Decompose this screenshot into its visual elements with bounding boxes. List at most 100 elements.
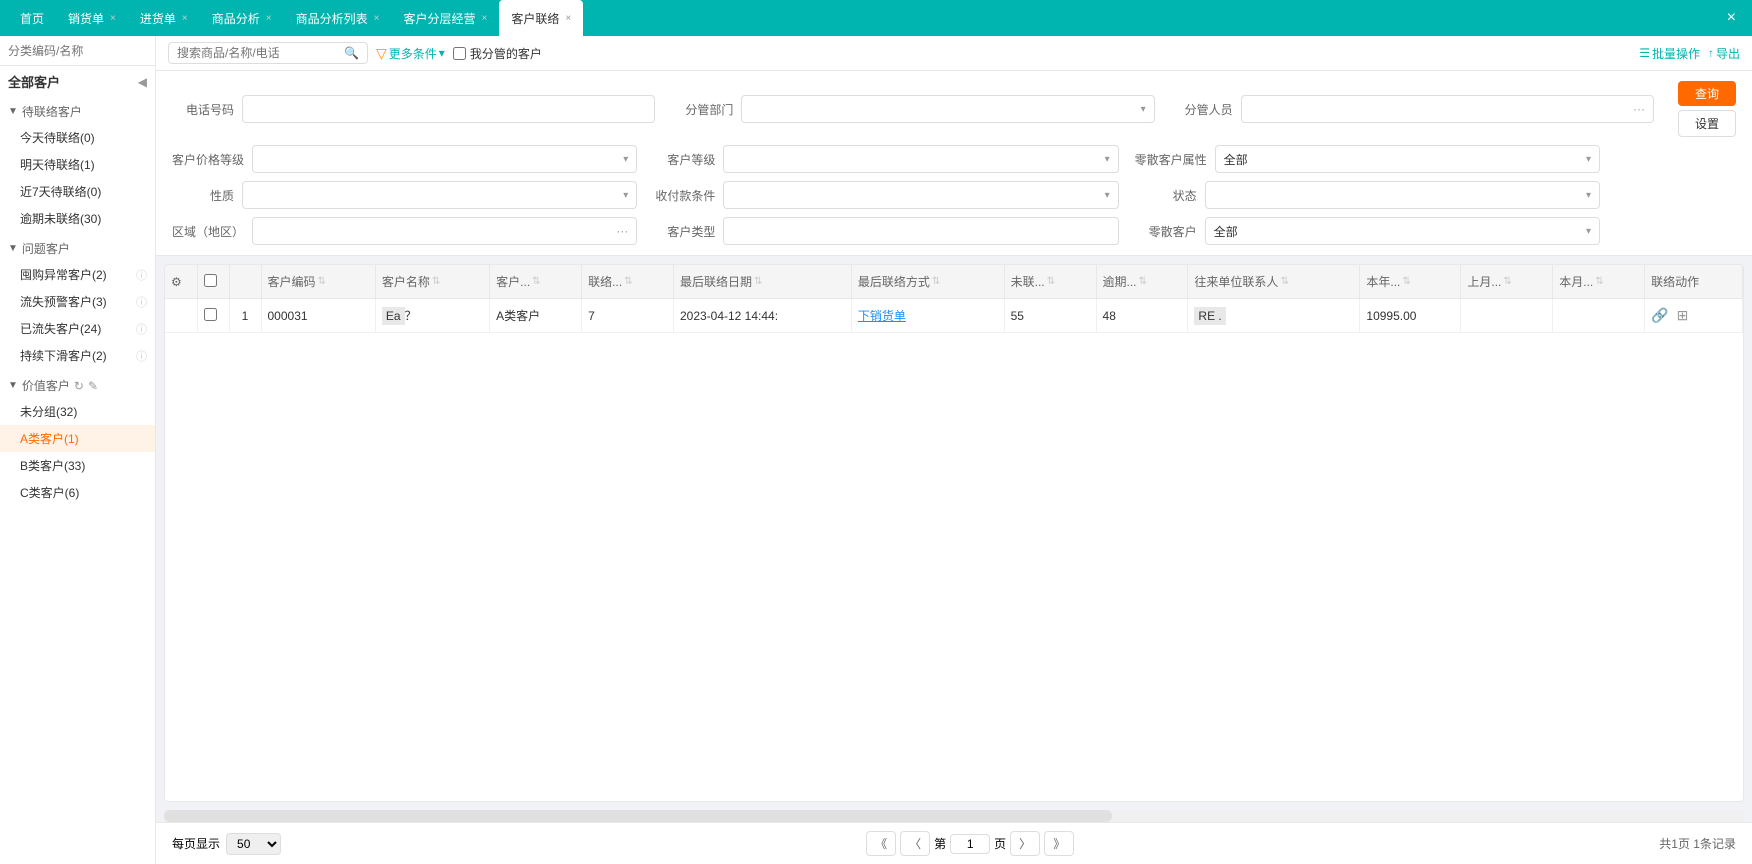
table-col-gear: ⚙ xyxy=(165,265,197,299)
nav-customer-contact-close[interactable]: × xyxy=(565,13,571,24)
window-close-button[interactable]: × xyxy=(1719,9,1744,27)
col-last-method-sort-icon[interactable]: ⇅ xyxy=(932,276,940,287)
filter-dept-arrow: ▾ xyxy=(1141,104,1146,115)
sidebar-item-churned[interactable]: 已流失客户(24) ⓘ xyxy=(0,315,155,342)
row-last-date-cell: 2023-04-12 14:44: xyxy=(673,299,851,333)
nav-customer-tier-close[interactable]: × xyxy=(481,13,487,24)
table-col-checkbox xyxy=(197,265,229,299)
toolbar-search-input[interactable] xyxy=(177,46,344,60)
sidebar-item-tomorrow[interactable]: 明天待联络(1) xyxy=(0,151,155,178)
my-customer-checkbox-label[interactable]: 我分管的客户 xyxy=(453,45,542,62)
col-last-month-sort-icon[interactable]: ⇅ xyxy=(1503,276,1511,287)
filter-payment-select[interactable]: ▾ xyxy=(723,181,1118,209)
nav-purchase-close[interactable]: × xyxy=(182,13,188,24)
filter-region-label: 区域（地区） xyxy=(172,223,252,240)
nav-product-analysis-list-close[interactable]: × xyxy=(374,13,380,24)
prev-page-button[interactable]: 〈 xyxy=(900,831,930,856)
filter-nature-label: 性质 xyxy=(172,187,242,204)
nav-customer-tier[interactable]: 客户分层经营 × xyxy=(391,0,499,36)
row-action-link-icon[interactable]: 🔗 xyxy=(1651,307,1668,324)
nav-customer-contact[interactable]: 客户联络 × xyxy=(499,0,583,36)
row-overdue-cell: 48 xyxy=(1096,299,1188,333)
filter-price-level: 客户价格等级 ▾ xyxy=(172,145,637,173)
col-contacts-sort-icon[interactable]: ⇅ xyxy=(624,276,632,287)
sidebar-item-class-c[interactable]: C类客户(6) xyxy=(0,479,155,506)
export-icon: ↑ xyxy=(1708,46,1714,60)
row-last-method-link[interactable]: 下销货单 xyxy=(858,309,906,323)
filter-nature-select[interactable]: ▾ xyxy=(242,181,637,209)
nav-purchase[interactable]: 进货单 × xyxy=(128,0,200,36)
filter-price-level-select[interactable]: ▾ xyxy=(252,145,637,173)
filter-payment: 收付款条件 ▾ xyxy=(653,181,1118,209)
page-number-input[interactable] xyxy=(950,834,990,854)
nav-product-analysis-list[interactable]: 商品分析列表 × xyxy=(284,0,392,36)
setting-button[interactable]: 设置 xyxy=(1678,110,1736,137)
filter-dept-select[interactable]: ▾ xyxy=(741,95,1154,123)
sidebar-item-ungraded[interactable]: 未分组(32) xyxy=(0,398,155,425)
row-name-cell: Ea？ xyxy=(375,299,489,333)
col-type-sort-icon[interactable]: ⇅ xyxy=(532,276,540,287)
sidebar-all-customers[interactable]: 全部客户 ◀ xyxy=(0,66,155,97)
row-checkbox[interactable] xyxy=(204,308,217,321)
next-page-button[interactable]: 〉 xyxy=(1010,831,1040,856)
sidebar-item-overdue[interactable]: 逾期未联络(30) xyxy=(0,205,155,232)
sidebar-group-value[interactable]: ▼ 价值客户 ↻ ✎ xyxy=(0,373,155,398)
sidebar-item-today[interactable]: 今天待联络(0) xyxy=(0,124,155,151)
toolbar-search-icon[interactable]: 🔍 xyxy=(344,46,359,60)
page-size-select[interactable]: 50 100 200 xyxy=(226,833,281,855)
gear-icon[interactable]: ⚙ xyxy=(171,275,182,289)
churn-warning-info-icon: ⓘ xyxy=(136,294,147,310)
row-last-method-cell: 下销货单 xyxy=(851,299,1004,333)
sidebar-item-hoarding[interactable]: 囤购异常客户(2) ⓘ xyxy=(0,261,155,288)
pending-expand-icon: ▼ xyxy=(8,106,18,117)
col-not-contact-sort-icon[interactable]: ⇅ xyxy=(1047,276,1055,287)
nav-product-analysis-close[interactable]: × xyxy=(266,13,272,24)
horizontal-scrollbar[interactable] xyxy=(164,810,1744,822)
my-customer-checkbox[interactable] xyxy=(453,47,466,60)
last-page-button[interactable]: 》 xyxy=(1044,831,1074,856)
sidebar-item-class-a[interactable]: A类客户(1) xyxy=(0,425,155,452)
sidebar-group-problem[interactable]: ▼ 问题客户 xyxy=(0,236,155,261)
filter-row-2: 客户价格等级 ▾ 客户等级 ▾ 零散客户属性 全部 xyxy=(172,145,1736,173)
col-overdue-sort-icon[interactable]: ⇅ xyxy=(1139,276,1147,287)
batch-operation-button[interactable]: ☰ 批量操作 xyxy=(1639,45,1700,62)
nav-product-analysis[interactable]: 商品分析 × xyxy=(200,0,284,36)
sidebar-item-churn-warning[interactable]: 流失预警客户(3) ⓘ xyxy=(0,288,155,315)
first-page-button[interactable]: 《 xyxy=(866,831,896,856)
table-col-customer-type: 客户... ⇅ xyxy=(490,265,582,299)
filter-retail-select[interactable]: 全部 ▾ xyxy=(1205,217,1600,245)
filter-customer-type-input[interactable] xyxy=(723,217,1118,245)
table-select-all-checkbox[interactable] xyxy=(204,274,217,287)
nav-sales[interactable]: 销货单 × xyxy=(56,0,128,36)
nav-home[interactable]: 首页 xyxy=(8,0,56,36)
filter-more-button[interactable]: ▽ 更多条件 ▾ xyxy=(376,45,445,62)
value-edit-icon[interactable]: ✎ xyxy=(88,379,98,393)
filter-person-select[interactable]: ··· xyxy=(1241,95,1654,123)
filter-customer-level-select[interactable]: ▾ xyxy=(723,145,1118,173)
col-unit-contact-sort-icon[interactable]: ⇅ xyxy=(1280,276,1288,287)
query-button[interactable]: 查询 xyxy=(1678,81,1736,106)
horizontal-scrollbar-thumb[interactable] xyxy=(164,810,1112,822)
filter-status-select[interactable]: ▾ xyxy=(1205,181,1600,209)
filter-region-select[interactable]: ··· xyxy=(252,217,637,245)
filter-phone-input[interactable] xyxy=(242,95,655,123)
sidebar-item-class-b[interactable]: B类客户(33) xyxy=(0,452,155,479)
filter-customer-level-arrow: ▾ xyxy=(1105,154,1110,165)
col-last-date-sort-icon[interactable]: ⇅ xyxy=(754,276,762,287)
export-button[interactable]: ↑ 导出 xyxy=(1708,45,1740,62)
nav-sales-close[interactable]: × xyxy=(110,13,116,24)
col-name-sort-icon[interactable]: ⇅ xyxy=(432,276,440,287)
sidebar-group-pending[interactable]: ▼ 待联络客户 xyxy=(0,99,155,124)
value-refresh-icon[interactable]: ↻ xyxy=(74,379,84,393)
col-code-sort-icon[interactable]: ⇅ xyxy=(318,276,326,287)
problem-expand-icon: ▼ xyxy=(8,243,18,254)
row-action-grid-icon[interactable]: ⊞ xyxy=(1677,307,1689,324)
col-this-year-sort-icon[interactable]: ⇅ xyxy=(1402,276,1410,287)
col-this-month-sort-icon[interactable]: ⇅ xyxy=(1595,276,1603,287)
sidebar-item-7days[interactable]: 近7天待联络(0) xyxy=(0,178,155,205)
sidebar-item-declining[interactable]: 持续下滑客户(2) ⓘ xyxy=(0,342,155,369)
sidebar-search-input[interactable] xyxy=(8,44,156,58)
filter-action-buttons: 查询 设置 xyxy=(1670,81,1736,137)
filter-retail-attr-select[interactable]: 全部 ▾ xyxy=(1215,145,1600,173)
filter-customer-level-label: 客户等级 xyxy=(653,151,723,168)
